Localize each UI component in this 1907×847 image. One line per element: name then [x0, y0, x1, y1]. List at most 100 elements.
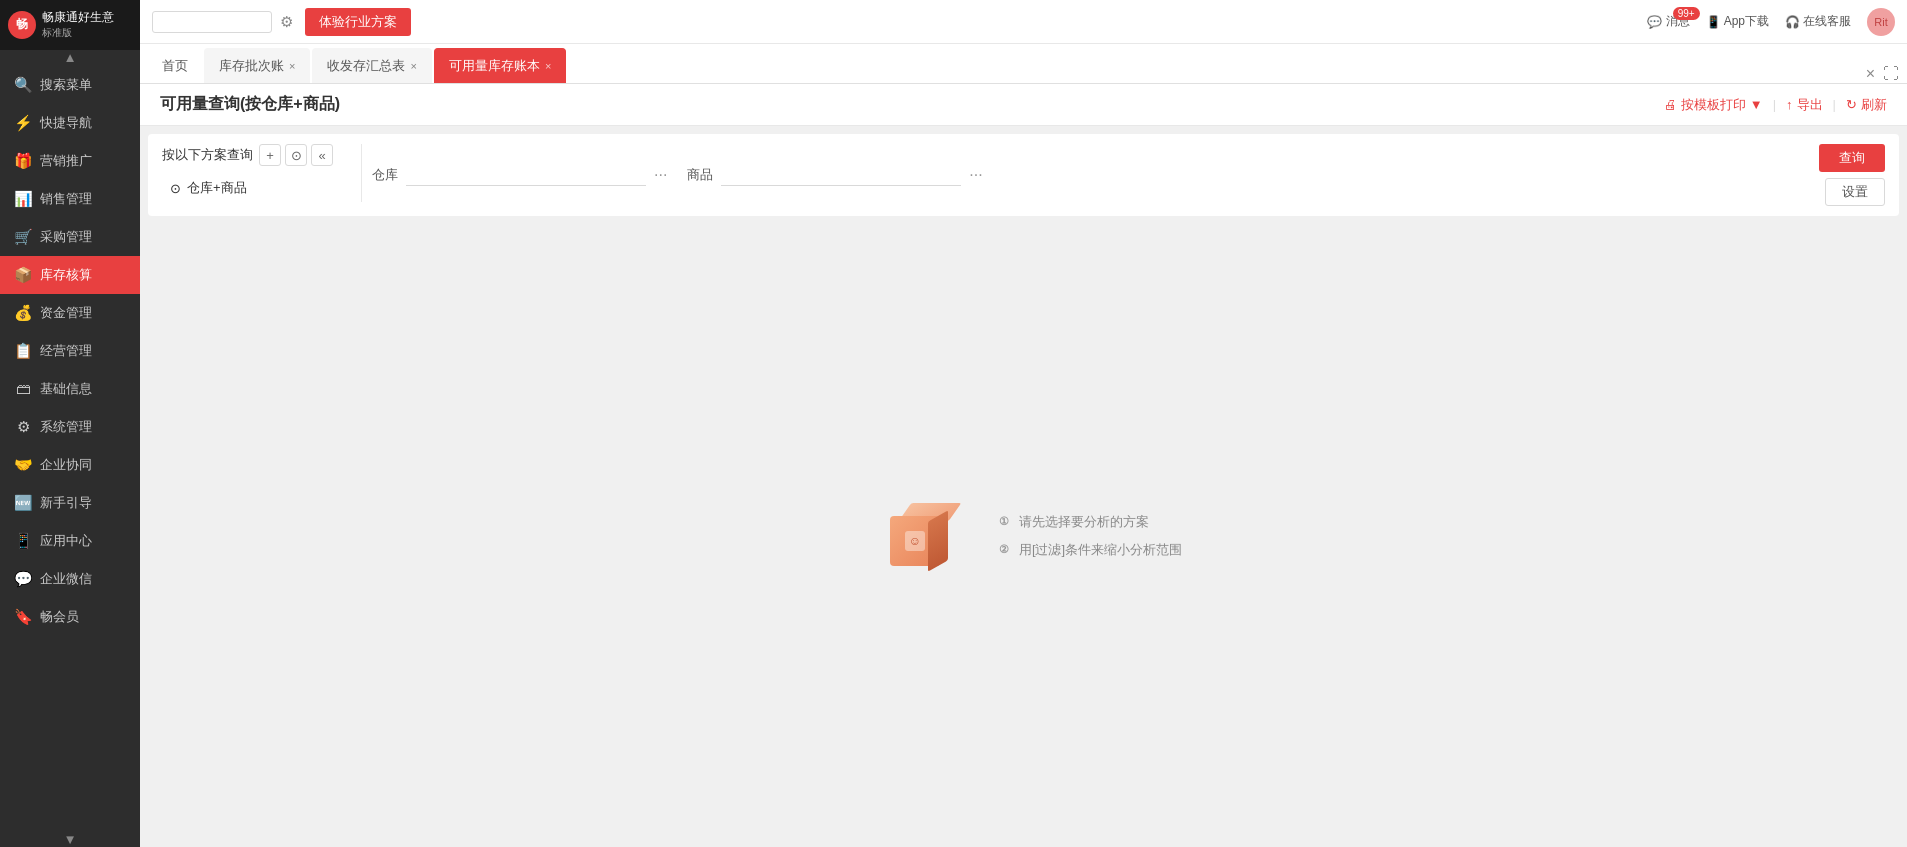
sidebar-icon-sales: 📊 — [14, 190, 32, 208]
tip2-number: ② — [995, 541, 1013, 559]
empty-illustration: ☺ — [865, 486, 965, 586]
sidebar-label-finance: 资金管理 — [40, 304, 92, 322]
sidebar-subtitle: 标准版 — [42, 26, 114, 40]
sidebar-item-shortcut[interactable]: ⚡ 快捷导航 — [0, 104, 140, 142]
sidebar-label-corp: 企业协同 — [40, 456, 92, 474]
export-icon: ↑ — [1786, 97, 1793, 112]
empty-tip-2: ② 用[过滤]条件来缩小分析范围 — [995, 541, 1182, 559]
topbar-left: ⚙ 体验行业方案 — [152, 8, 1639, 36]
user-avatar[interactable]: Rit — [1867, 8, 1895, 36]
tip2-text: 用[过滤]条件来缩小分析范围 — [1019, 541, 1182, 559]
print-template-button[interactable]: 🖨 按模板打印 ▼ — [1664, 96, 1763, 114]
box-side-face — [928, 510, 948, 572]
print-label: 按模板打印 — [1681, 96, 1746, 114]
warehouse-input[interactable] — [406, 164, 646, 186]
collapse-scheme-button[interactable]: « — [311, 144, 333, 166]
sidebar-label-wechat: 企业微信 — [40, 570, 92, 588]
sidebar-icon-operation: 📋 — [14, 342, 32, 360]
sidebar-item-finance[interactable]: 💰 资金管理 — [0, 294, 140, 332]
sidebar-item-appstore[interactable]: 📱 应用中心 — [0, 522, 140, 560]
sidebar-scroll-down[interactable]: ▼ — [0, 831, 140, 847]
sidebar-item-purchase[interactable]: 🛒 采购管理 — [0, 218, 140, 256]
sidebar-scroll-up[interactable]: ▲ — [0, 50, 140, 66]
sidebar-icon-appstore: 📱 — [14, 532, 32, 550]
sidebar-label-guide: 新手引导 — [40, 494, 92, 512]
sidebar-label-inventory: 库存核算 — [40, 266, 92, 284]
tab-batch-account[interactable]: 库存批次账 × — [204, 48, 310, 83]
sidebar-item-guide[interactable]: 🆕 新手引导 — [0, 484, 140, 522]
scheme-item-warehouse-goods[interactable]: ⊙ 仓库+商品 — [162, 174, 351, 202]
goods-more-icon[interactable]: ··· — [969, 166, 982, 184]
sidebar-label-operation: 经营管理 — [40, 342, 92, 360]
warehouse-more-icon[interactable]: ··· — [654, 166, 667, 184]
tab-goods-summary[interactable]: 收发存汇总表 × — [312, 48, 431, 83]
topbar-online-service[interactable]: 🎧 在线客服 — [1785, 13, 1851, 30]
sidebar-item-sales[interactable]: 📊 销售管理 — [0, 180, 140, 218]
tab-available-ledger-close[interactable]: × — [545, 60, 551, 72]
main-area: ⚙ 体验行业方案 💬 消息 99+ 📱 App下载 🎧 在线客服 Rit 首页 — [140, 0, 1907, 847]
message-badge: 99+ — [1673, 7, 1700, 20]
filter-field-warehouse: 仓库 ··· — [372, 164, 667, 186]
sidebar-item-wechat[interactable]: 💬 企业微信 — [0, 560, 140, 598]
sidebar-item-search[interactable]: 🔍 搜索菜单 — [0, 66, 140, 104]
goods-input[interactable] — [721, 164, 961, 186]
sidebar-label-marketing: 营销推广 — [40, 152, 92, 170]
filter-settings-button[interactable]: 设置 — [1825, 178, 1885, 206]
goods-label: 商品 — [687, 166, 713, 184]
sidebar-item-basic[interactable]: 🗃 基础信息 — [0, 370, 140, 408]
settings-scheme-button[interactable]: ⊙ — [285, 144, 307, 166]
refresh-button[interactable]: ↻ 刷新 — [1846, 96, 1887, 114]
query-button[interactable]: 查询 — [1819, 144, 1885, 172]
topbar-search-input[interactable] — [152, 11, 272, 33]
page-title: 可用量查询(按仓库+商品) — [160, 94, 340, 115]
sidebar-item-corp[interactable]: 🤝 企业协同 — [0, 446, 140, 484]
topbar-message[interactable]: 💬 消息 99+ — [1647, 13, 1690, 30]
sidebar-nav: 🔍 搜索菜单 ⚡ 快捷导航 🎁 营销推广 📊 销售管理 🛒 采购管理 📦 库存核… — [0, 66, 140, 831]
sidebar-item-marketing[interactable]: 🎁 营销推广 — [0, 142, 140, 180]
sidebar-item-member[interactable]: 🔖 畅会员 — [0, 598, 140, 636]
refresh-label: 刷新 — [1861, 96, 1887, 114]
sidebar-label-search: 搜索菜单 — [40, 76, 92, 94]
empty-tips: ① 请先选择要分析的方案 ② 用[过滤]条件来缩小分析范围 — [995, 513, 1182, 559]
service-label: 在线客服 — [1803, 13, 1851, 30]
tab-goods-summary-close[interactable]: × — [410, 60, 416, 72]
filter-scheme-header: 按以下方案查询 + ⊙ « — [162, 144, 351, 166]
page-actions: 🖨 按模板打印 ▼ | ↑ 导出 | ↻ 刷新 — [1664, 96, 1887, 114]
sidebar-icon-basic: 🗃 — [14, 380, 32, 397]
tab-available-ledger[interactable]: 可用量库存账本 × — [434, 48, 566, 83]
sidebar-item-system[interactable]: ⚙ 系统管理 — [0, 408, 140, 446]
warehouse-label: 仓库 — [372, 166, 398, 184]
tabbar: 首页 库存批次账 × 收发存汇总表 × 可用量库存账本 × × ⛶ — [140, 44, 1907, 84]
export-label: 导出 — [1797, 96, 1823, 114]
home-tab-label: 首页 — [162, 57, 188, 75]
sidebar-label-appstore: 应用中心 — [40, 532, 92, 550]
tab-collapse-button[interactable]: × — [1866, 65, 1875, 83]
trial-industry-button[interactable]: 体验行业方案 — [305, 8, 411, 36]
phone-icon: 📱 — [1706, 15, 1721, 29]
print-dropdown-icon: ▼ — [1750, 97, 1763, 112]
export-button[interactable]: ↑ 导出 — [1786, 96, 1823, 114]
batch-account-tab-label: 库存批次账 — [219, 57, 284, 75]
message-icon: 💬 — [1647, 15, 1662, 29]
sidebar-icon-wechat: 💬 — [14, 570, 32, 588]
topbar-gear-icon[interactable]: ⚙ — [276, 11, 297, 33]
tab-expand-button[interactable]: ⛶ — [1883, 65, 1899, 83]
action-divider-2: | — [1833, 97, 1836, 112]
sidebar-label-sales: 销售管理 — [40, 190, 92, 208]
print-icon: 🖨 — [1664, 97, 1677, 112]
filter-area: 按以下方案查询 + ⊙ « ⊙ 仓库+商品 仓库 ··· — [148, 134, 1899, 216]
topbar-input-group: ⚙ — [152, 11, 297, 33]
sidebar-header: 畅 畅康通好生意 标准版 — [0, 0, 140, 50]
app-label: App下载 — [1724, 13, 1769, 30]
tab-home[interactable]: 首页 — [148, 49, 202, 83]
tab-batch-account-close[interactable]: × — [289, 60, 295, 72]
headset-icon: 🎧 — [1785, 15, 1800, 29]
add-scheme-button[interactable]: + — [259, 144, 281, 166]
sidebar-item-operation[interactable]: 📋 经营管理 — [0, 332, 140, 370]
sidebar: 畅 畅康通好生意 标准版 ▲ 🔍 搜索菜单 ⚡ 快捷导航 🎁 营销推广 📊 销售… — [0, 0, 140, 847]
empty-tip-1: ① 请先选择要分析的方案 — [995, 513, 1182, 531]
box-3d-icon: ☺ — [880, 501, 950, 571]
sidebar-item-inventory[interactable]: 📦 库存核算 — [0, 256, 140, 294]
sidebar-icon-guide: 🆕 — [14, 494, 32, 512]
topbar-app-download[interactable]: 📱 App下载 — [1706, 13, 1769, 30]
